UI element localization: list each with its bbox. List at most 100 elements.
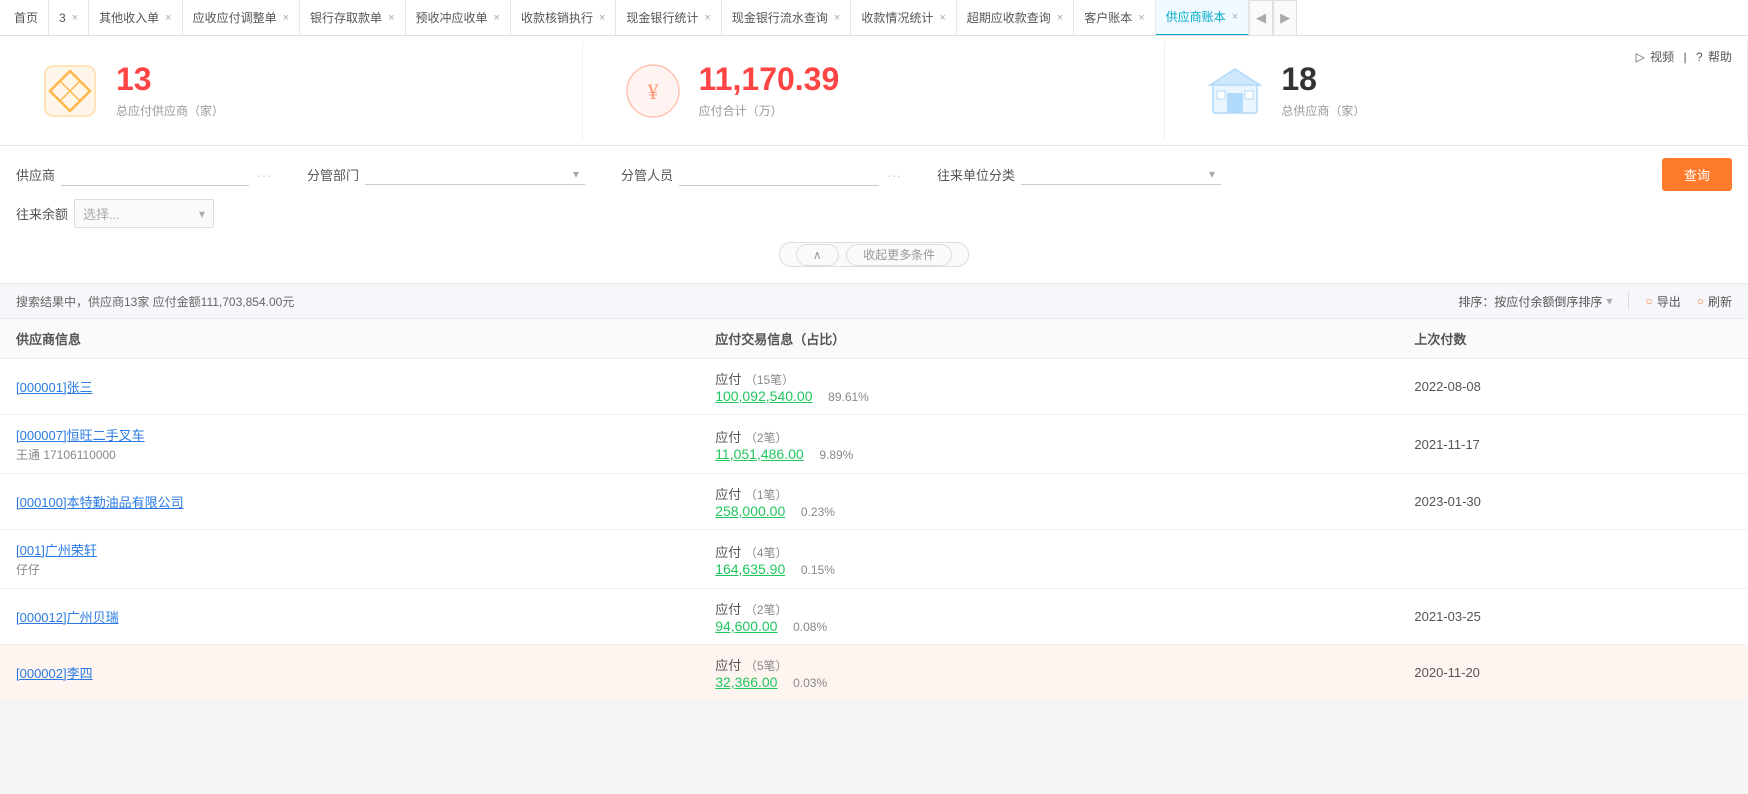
nav-tab-3[interactable]: 3 × [49, 0, 89, 36]
person-dots-icon[interactable]: ··· [887, 167, 901, 183]
close-icon[interactable]: × [388, 12, 394, 24]
tx-label: 应付 [715, 658, 745, 673]
nav-tab-other-income[interactable]: 其他收入单 × [89, 0, 182, 36]
nav-tab-overdue[interactable]: 超期应收款查询 × [957, 0, 1074, 36]
nav-tab-home[interactable]: 首页 [4, 0, 49, 36]
summary-card-payable-amount: ¥ 11,170.39 应付合计（万） [583, 41, 1166, 141]
total-suppliers-count: 18 [1281, 62, 1365, 97]
table-row: [000001]张三 应付 （15笔） 100,092,540.00 89.61… [0, 359, 1748, 415]
close-icon[interactable]: × [599, 12, 605, 24]
filter-row-1: 供应商 ··· 分管部门 ▾ 分管人员 ··· 往来单位分类 ▾ 查询 [16, 158, 1732, 191]
nav-tab-collection-stat[interactable]: 收款情况统计 × [851, 0, 956, 36]
category-select-wrapper[interactable]: ▾ [1021, 164, 1221, 185]
last-pay-date: 2022-08-08 [1414, 379, 1481, 394]
cell-last-pay: 2021-03-25 [1398, 589, 1748, 645]
filter-item-person: 分管人员 ··· [621, 164, 901, 186]
filter-area: 供应商 ··· 分管部门 ▾ 分管人员 ··· 往来单位分类 ▾ 查询 [0, 146, 1748, 284]
close-icon[interactable]: × [72, 12, 78, 24]
nav-tab-cash-stat[interactable]: 现金银行统计 × [616, 0, 721, 36]
tx-label: 应付 [715, 487, 745, 502]
collapse-btn[interactable]: ∧ 收起更多条件 [779, 242, 969, 267]
close-icon[interactable]: × [704, 12, 710, 24]
supplier-link[interactable]: [000012]广州贝瑞 [16, 610, 119, 625]
amount-value[interactable]: 32,366.00 [715, 674, 777, 690]
close-icon[interactable]: × [1057, 12, 1063, 24]
export-label: 导出 [1657, 293, 1681, 310]
nav-tab-bank[interactable]: 银行存取款单 × [300, 0, 405, 36]
supplier-link[interactable]: [000002]李四 [16, 666, 93, 681]
balance-select-wrapper[interactable]: 选择... ▾ [74, 199, 214, 228]
close-icon[interactable]: × [1232, 11, 1238, 23]
data-table-wrapper: 供应商信息 应付交易信息（占比） 上次付数 [000001]张三 应付 （15笔… [0, 319, 1748, 701]
close-icon[interactable]: × [1138, 12, 1144, 24]
close-icon[interactable]: × [834, 12, 840, 24]
supplier-input[interactable] [61, 164, 249, 186]
filter-item-balance: 往来余额 选择... ▾ [16, 199, 214, 228]
category-filter-label: 往来单位分类 [937, 165, 1015, 184]
supplier-link[interactable]: [000001]张三 [16, 380, 93, 395]
amount-value[interactable]: 258,000.00 [715, 503, 785, 519]
tx-label: 应付 [715, 372, 745, 387]
sort-button[interactable]: 排序：按应付余额倒序排序 ▾ [1458, 293, 1612, 310]
tx-count: （15笔） [745, 373, 794, 387]
nav-tab-supplier-ledger[interactable]: 供应商账本 × [1156, 0, 1249, 36]
summary-bar: 13 总应付供应商（家） ¥ 11,170.39 应付合计（万） [0, 36, 1748, 146]
store-icon [1205, 61, 1265, 121]
supplier-link[interactable]: [001]广州荣轩 [16, 543, 97, 558]
close-icon[interactable]: × [283, 12, 289, 24]
export-button[interactable]: ○ 导出 [1645, 293, 1680, 310]
next-arrow-icon: ▶ [1280, 10, 1290, 26]
th-tx-info: 应付交易信息（占比） [699, 319, 1398, 359]
video-icon: ▷ [1636, 50, 1645, 64]
amount-value[interactable]: 100,092,540.00 [715, 388, 812, 404]
payable-suppliers-label: 总应付供应商（家） [116, 102, 224, 119]
video-link[interactable]: 视频 [1650, 50, 1674, 64]
export-icon: ○ [1645, 294, 1652, 308]
supplier-link[interactable]: [000100]本特勤油品有限公司 [16, 495, 184, 510]
collapse-bar[interactable]: ∧ 收起更多条件 [16, 236, 1732, 271]
nav-tab-label: 供应商账本 [1166, 8, 1226, 25]
dept-select-wrapper[interactable]: ▾ [365, 164, 585, 185]
close-icon[interactable]: × [939, 12, 945, 24]
tx-count: （4笔） [745, 546, 788, 560]
pct-value: 0.08% [793, 620, 827, 634]
nav-prev-arrow[interactable]: ◀ [1249, 0, 1273, 36]
refresh-button[interactable]: ○ 刷新 [1697, 293, 1732, 310]
close-icon[interactable]: × [165, 12, 171, 24]
nav-tab-cash-flow[interactable]: 现金银行流水查询 × [722, 0, 851, 36]
amount-value[interactable]: 94,600.00 [715, 618, 777, 634]
payable-suppliers-count: 13 [116, 62, 224, 97]
table-row: [000007]恒旺二手叉车 王通 17106110000 应付 （2笔） 11… [0, 415, 1748, 474]
supplier-sub: 王通 17106110000 [16, 446, 683, 463]
money-icon: ¥ [623, 61, 683, 121]
supplier-dots-icon[interactable]: ··· [257, 167, 271, 183]
supplier-link[interactable]: [000007]恒旺二手叉车 [16, 428, 145, 443]
filter-item-category: 往来单位分类 ▾ [937, 164, 1221, 185]
link-separator: | [1684, 50, 1690, 64]
cell-supplier-info: [001]广州荣轩 仔仔 [0, 530, 699, 589]
result-info: 搜索结果中，供应商13家 应付金额111,703,854.00元 [16, 293, 294, 310]
person-input[interactable] [679, 164, 879, 186]
cell-supplier-info: [000007]恒旺二手叉车 王通 17106110000 [0, 415, 699, 474]
tx-count: （5笔） [745, 659, 788, 673]
nav-tab-adjustment[interactable]: 应收应付调整单 × [183, 0, 300, 36]
th-last-pay: 上次付数 [1398, 319, 1748, 359]
summary-text-payable-amount: 11,170.39 应付合计（万） [699, 62, 840, 118]
result-right-actions: 排序：按应付余额倒序排序 ▾ ○ 导出 ○ 刷新 [1458, 292, 1732, 310]
refresh-label: 刷新 [1708, 293, 1732, 310]
search-button[interactable]: 查询 [1662, 158, 1732, 191]
help-link[interactable]: 帮助 [1708, 50, 1732, 64]
refresh-icon: ○ [1697, 294, 1704, 308]
cell-last-pay: 2022-08-08 [1398, 359, 1748, 415]
sort-chevron-icon: ▾ [1606, 294, 1612, 308]
nav-tab-label: 其他收入单 [99, 9, 159, 26]
amount-value[interactable]: 164,635.90 [715, 561, 785, 577]
close-icon[interactable]: × [494, 12, 500, 24]
tx-count: （2笔） [745, 431, 788, 445]
nav-tab-prepay[interactable]: 预收冲应收单 × [406, 0, 511, 36]
nav-next-arrow[interactable]: ▶ [1273, 0, 1297, 36]
supplier-table: 供应商信息 应付交易信息（占比） 上次付数 [000001]张三 应付 （15笔… [0, 319, 1748, 701]
nav-tab-customer-ledger[interactable]: 客户账本 × [1074, 0, 1155, 36]
amount-value[interactable]: 11,051,486.00 [715, 446, 804, 462]
nav-tab-collection[interactable]: 收款核销执行 × [511, 0, 616, 36]
